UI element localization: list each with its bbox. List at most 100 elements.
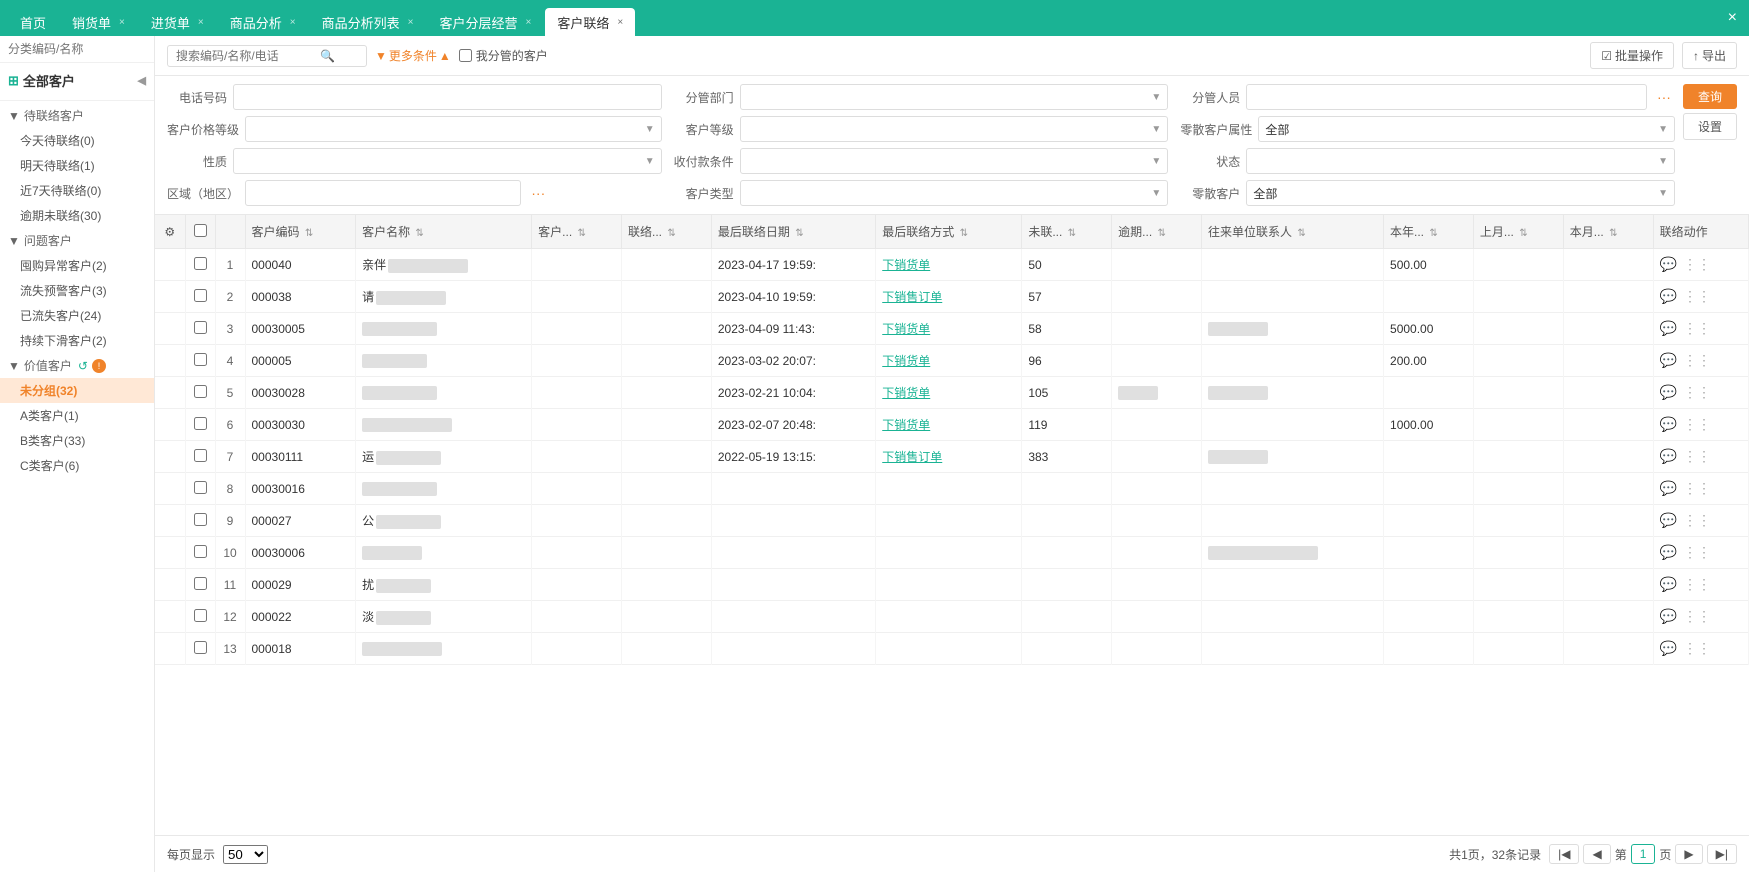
sidebar-search-input[interactable] bbox=[8, 42, 155, 56]
more-action-icon[interactable]: ⋮⋮ bbox=[1683, 288, 1711, 305]
window-close-button[interactable]: × bbox=[1724, 5, 1741, 31]
row-checkbox[interactable] bbox=[194, 449, 207, 462]
tab-home[interactable]: 首页 bbox=[8, 8, 58, 36]
more-action-icon[interactable]: ⋮⋮ bbox=[1683, 256, 1711, 273]
row-checkbox[interactable] bbox=[194, 353, 207, 366]
close-customer-contact-tab[interactable]: × bbox=[617, 17, 623, 28]
col-name[interactable]: 客户名称 ⇅ bbox=[356, 215, 532, 249]
close-customer-tier-tab[interactable]: × bbox=[525, 17, 531, 28]
cell-last-contact-type[interactable] bbox=[876, 601, 1022, 633]
row-checkbox[interactable] bbox=[194, 289, 207, 302]
customer-type-select[interactable]: ▼ bbox=[740, 180, 1169, 206]
col-not-contacted[interactable]: 未联... ⇅ bbox=[1022, 215, 1112, 249]
price-level-select[interactable]: ▼ bbox=[245, 116, 662, 142]
more-action-icon[interactable]: ⋮⋮ bbox=[1683, 512, 1711, 529]
row-checkbox[interactable] bbox=[194, 385, 207, 398]
contact-action-icon[interactable]: 💬 bbox=[1660, 512, 1677, 529]
region-ellipsis[interactable]: ··· bbox=[527, 185, 549, 201]
row-checkbox[interactable] bbox=[194, 417, 207, 430]
all-customers-header[interactable]: ⊞ 全部客户 ◀ bbox=[0, 63, 154, 98]
next-page-button[interactable]: ▶ bbox=[1675, 844, 1702, 864]
contact-action-icon[interactable]: 💬 bbox=[1660, 288, 1677, 305]
tab-product-analysis-list[interactable]: 商品分析列表 × bbox=[310, 8, 426, 36]
nature-select[interactable]: ▼ bbox=[233, 148, 662, 174]
region-input[interactable] bbox=[245, 180, 521, 206]
customer-level-select[interactable]: ▼ bbox=[740, 116, 1169, 142]
sidebar-item-class-b[interactable]: B类客户(33) bbox=[0, 428, 154, 453]
sidebar-item-churn-warning[interactable]: 流失预警客户(3) bbox=[0, 278, 154, 303]
more-action-icon[interactable]: ⋮⋮ bbox=[1683, 576, 1711, 593]
section-problem-customers[interactable]: ▼ 问题客户 bbox=[0, 228, 154, 253]
cell-last-contact-type[interactable]: 下销货单 bbox=[876, 249, 1022, 281]
col-contact[interactable]: 联络... ⇅ bbox=[622, 215, 712, 249]
contact-action-icon[interactable]: 💬 bbox=[1660, 448, 1677, 465]
close-product-analysis-list-tab[interactable]: × bbox=[408, 17, 414, 28]
my-customers-filter[interactable]: 我分管的客户 bbox=[459, 47, 548, 64]
sidebar-item-tomorrow[interactable]: 明天待联络(1) bbox=[0, 153, 154, 178]
contact-action-icon[interactable]: 💬 bbox=[1660, 608, 1677, 625]
last-page-button[interactable]: ▶| bbox=[1707, 844, 1737, 864]
sidebar-item-ungrouped[interactable]: 未分组(32) bbox=[0, 378, 154, 403]
cell-last-contact-type[interactable] bbox=[876, 569, 1022, 601]
more-action-icon[interactable]: ⋮⋮ bbox=[1683, 544, 1711, 561]
batch-operation-button[interactable]: ☑ 批量操作 bbox=[1590, 42, 1674, 69]
col-type[interactable]: 客户... ⇅ bbox=[532, 215, 622, 249]
cell-last-contact-type[interactable]: 下销货单 bbox=[876, 345, 1022, 377]
row-checkbox[interactable] bbox=[194, 545, 207, 558]
cell-checkbox[interactable] bbox=[185, 377, 215, 409]
sidebar-collapse-button[interactable]: ◀ bbox=[138, 74, 146, 87]
tab-purchase[interactable]: 进货单 × bbox=[139, 8, 216, 36]
sidebar-item-today[interactable]: 今天待联络(0) bbox=[0, 128, 154, 153]
cell-checkbox[interactable] bbox=[185, 633, 215, 665]
cell-checkbox[interactable] bbox=[185, 505, 215, 537]
cell-checkbox[interactable] bbox=[185, 409, 215, 441]
sidebar-item-class-a[interactable]: A类客户(1) bbox=[0, 403, 154, 428]
select-all-checkbox[interactable] bbox=[194, 224, 207, 237]
contact-action-icon[interactable]: 💬 bbox=[1660, 352, 1677, 369]
col-overdue[interactable]: 逾期... ⇅ bbox=[1112, 215, 1202, 249]
more-action-icon[interactable]: ⋮⋮ bbox=[1683, 640, 1711, 657]
search-icon[interactable]: 🔍 bbox=[320, 49, 335, 63]
prev-page-button[interactable]: ◀ bbox=[1583, 844, 1610, 864]
cell-checkbox[interactable] bbox=[185, 601, 215, 633]
sidebar-item-7days[interactable]: 近7天待联络(0) bbox=[0, 178, 154, 203]
contact-action-icon[interactable]: 💬 bbox=[1660, 320, 1677, 337]
col-this-month[interactable]: 本月... ⇅ bbox=[1563, 215, 1653, 249]
close-purchase-tab[interactable]: × bbox=[198, 17, 204, 28]
row-checkbox[interactable] bbox=[194, 321, 207, 334]
cell-last-contact-type[interactable]: 下销货单 bbox=[876, 313, 1022, 345]
first-page-button[interactable]: |◀ bbox=[1549, 844, 1579, 864]
row-checkbox[interactable] bbox=[194, 641, 207, 654]
more-action-icon[interactable]: ⋮⋮ bbox=[1683, 608, 1711, 625]
sidebar-item-class-c[interactable]: C类客户(6) bbox=[0, 453, 154, 478]
search-input[interactable] bbox=[176, 49, 316, 63]
row-checkbox[interactable] bbox=[194, 481, 207, 494]
cell-checkbox[interactable] bbox=[185, 281, 215, 313]
more-action-icon[interactable]: ⋮⋮ bbox=[1683, 384, 1711, 401]
dept-select[interactable]: ▼ bbox=[740, 84, 1169, 110]
col-last-contact-type[interactable]: 最后联络方式 ⇅ bbox=[876, 215, 1022, 249]
close-product-analysis-tab[interactable]: × bbox=[290, 17, 296, 28]
contact-action-icon[interactable]: 💬 bbox=[1660, 256, 1677, 273]
section-value-customers[interactable]: ▼ 价值客户 ↺ ! bbox=[0, 353, 154, 378]
tab-customer-contact[interactable]: 客户联络 × bbox=[545, 8, 635, 36]
more-action-icon[interactable]: ⋮⋮ bbox=[1683, 320, 1711, 337]
query-button[interactable]: 查询 bbox=[1683, 84, 1737, 109]
tab-product-analysis[interactable]: 商品分析 × bbox=[218, 8, 308, 36]
contact-action-icon[interactable]: 💬 bbox=[1660, 576, 1677, 593]
sidebar-item-overdue[interactable]: 逾期未联络(30) bbox=[0, 203, 154, 228]
phone-input[interactable] bbox=[233, 84, 662, 110]
cell-last-contact-type[interactable] bbox=[876, 537, 1022, 569]
status-select[interactable]: ▼ bbox=[1246, 148, 1675, 174]
sidebar-item-lost[interactable]: 已流失客户(24) bbox=[0, 303, 154, 328]
cell-last-contact-type[interactable]: 下销货单 bbox=[876, 377, 1022, 409]
cell-checkbox[interactable] bbox=[185, 537, 215, 569]
row-checkbox[interactable] bbox=[194, 609, 207, 622]
row-checkbox[interactable] bbox=[194, 257, 207, 270]
cell-last-contact-type[interactable] bbox=[876, 505, 1022, 537]
page-size-select[interactable]: 50 100 200 bbox=[223, 845, 268, 864]
more-action-icon[interactable]: ⋮⋮ bbox=[1683, 352, 1711, 369]
cell-last-contact-type[interactable] bbox=[876, 473, 1022, 505]
col-this-year[interactable]: 本年... ⇅ bbox=[1384, 215, 1474, 249]
col-code[interactable]: 客户编码 ⇅ bbox=[245, 215, 356, 249]
